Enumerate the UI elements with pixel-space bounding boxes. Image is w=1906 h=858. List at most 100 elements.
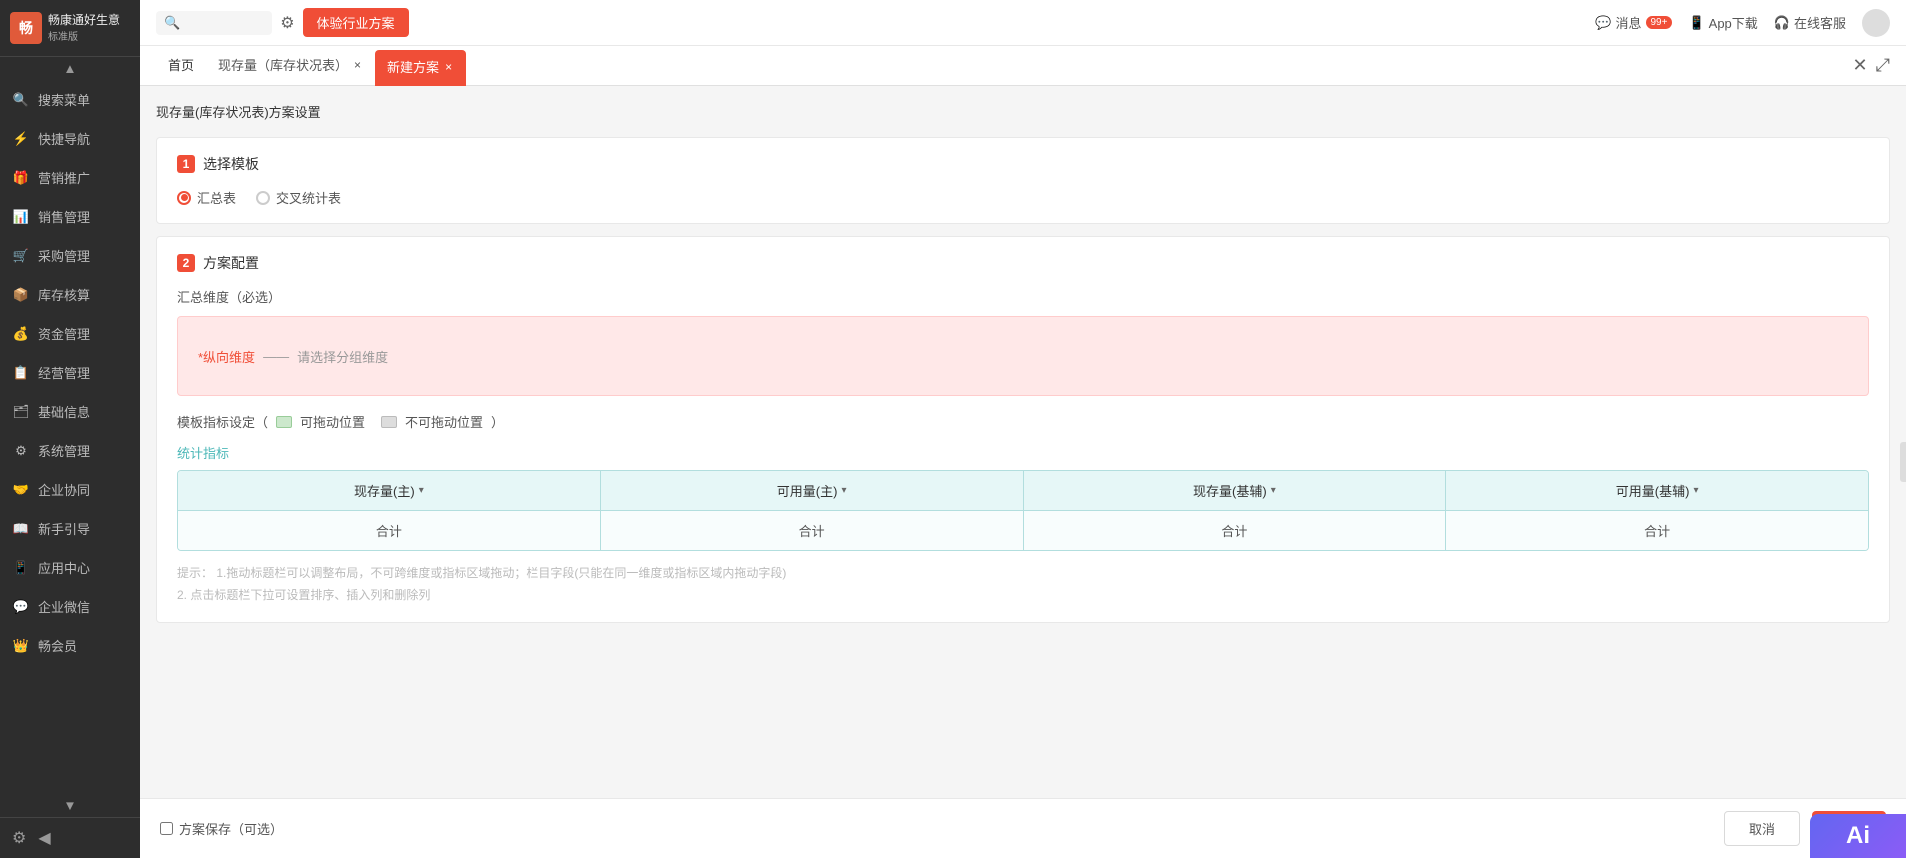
sidebar-item-basic-info[interactable]: 🗂 基础信息 <box>0 392 140 431</box>
save-checkbox-label[interactable]: 方案保存（可选） <box>160 819 283 838</box>
trial-button[interactable]: 体验行业方案 <box>303 8 409 37</box>
enterprise-wechat-icon: 💬 <box>12 598 30 616</box>
sidebar-scroll-up[interactable]: ▲ <box>0 57 140 80</box>
dimension-arrow: —— <box>263 349 289 364</box>
app-download-button[interactable]: 📱 App下载 <box>1688 13 1757 32</box>
template-summary-option[interactable]: 汇总表 <box>177 188 236 207</box>
sidebar-bottom: ⚙ ◀ <box>0 817 140 858</box>
section2-card: 2 方案配置 汇总维度（必选） *纵向维度 —— 请选择分组维度 模板指标设定（… <box>156 236 1890 623</box>
user-avatar[interactable] <box>1862 9 1890 37</box>
metrics-header-text-2: 可用量(主) <box>777 481 838 500</box>
section2-title: 方案配置 <box>203 253 259 273</box>
sidebar-scroll-down[interactable]: ▼ <box>0 794 140 817</box>
app-name: 畅康通好生意 <box>48 13 120 29</box>
metrics-body-text-4: 合计 <box>1644 521 1670 540</box>
metrics-col-header-2[interactable]: 可用量(主) ▾ <box>601 471 1024 510</box>
drag-indicator <box>276 416 292 428</box>
system-icon: ⚙ <box>12 442 30 460</box>
sidebar-item-enterprise[interactable]: 🤝 企业协同 <box>0 470 140 509</box>
operations-icon: 📋 <box>12 364 30 382</box>
summary-radio[interactable] <box>177 191 191 205</box>
sidebar-item-label: 系统管理 <box>38 441 90 460</box>
tabs-bar: 首页 现存量（库存状况表） × 新建方案 × ✕ ⤢ <box>140 46 1906 86</box>
sidebar-item-label: 库存核算 <box>38 285 90 304</box>
quick-nav-icon: ⚡ <box>12 130 30 148</box>
panel-expand-button[interactable]: ⤢ <box>1876 55 1890 76</box>
sidebar-item-quick-nav[interactable]: ⚡ 快捷导航 <box>0 119 140 158</box>
save-checkbox-input[interactable] <box>160 822 173 835</box>
search-input[interactable] <box>184 16 264 30</box>
metrics-header-text-1: 现存量(主) <box>354 481 415 500</box>
topbar: 🔍 ⚙ 体验行业方案 💬 消息 99+ 📱 App下载 🎧 在线客服 <box>140 0 1906 46</box>
sidebar-item-purchase[interactable]: 🛒 采购管理 <box>0 236 140 275</box>
message-button[interactable]: 💬 消息 99+ <box>1595 13 1672 32</box>
settings-button[interactable]: ⚙ <box>12 828 26 848</box>
sidebar-item-member[interactable]: 👑 畅会员 <box>0 626 140 665</box>
no-drag-label: 不可拖动位置 <box>405 412 483 431</box>
chevron-down-icon-3[interactable]: ▾ <box>1271 485 1276 496</box>
metrics-config-text: 模板指标设定（ <box>177 412 268 431</box>
sidebar-item-sales[interactable]: 📊 销售管理 <box>0 197 140 236</box>
sidebar-item-inventory[interactable]: 📦 库存核算 <box>0 275 140 314</box>
template-cross-option[interactable]: 交叉统计表 <box>256 188 341 207</box>
metrics-body-text-1: 合计 <box>376 521 402 540</box>
metrics-header-text-3: 现存量(基辅) <box>1193 481 1267 500</box>
metrics-col-header-4[interactable]: 可用量(基辅) ▾ <box>1446 471 1868 510</box>
topbar-search-area[interactable]: 🔍 <box>156 11 272 35</box>
sidebar-item-app-center[interactable]: 📱 应用中心 <box>0 548 140 587</box>
dimension-placeholder: *纵向维度 —— 请选择分组维度 <box>198 347 388 366</box>
metrics-table-body: 合计 合计 合计 合计 <box>178 511 1868 550</box>
online-service-button[interactable]: 🎧 在线客服 <box>1774 13 1846 32</box>
tab-new-scheme[interactable]: 新建方案 × <box>375 50 466 86</box>
template-options: 汇总表 交叉统计表 <box>177 188 1869 207</box>
section1-header: 1 选择模板 <box>177 154 1869 174</box>
summary-label: 汇总表 <box>197 188 236 207</box>
drag-label: 可拖动位置 <box>300 412 365 431</box>
sidebar-item-operations[interactable]: 📋 经营管理 <box>0 353 140 392</box>
tab-home[interactable]: 首页 <box>156 46 206 86</box>
dimension-required-mark: *纵向维度 <box>198 347 255 366</box>
tips-area: 提示： 1.拖动标题栏可以调整布局，不可跨维度或指标区域拖动；栏目字段(只能在同… <box>177 563 1869 606</box>
sidebar-nav: 🔍 搜索菜单 ⚡ 快捷导航 🎁 营销推广 📊 销售管理 🛒 采购管理 📦 库存核… <box>0 80 140 794</box>
sidebar-item-search-menu[interactable]: 🔍 搜索菜单 <box>0 80 140 119</box>
sidebar-item-marketing[interactable]: 🎁 营销推广 <box>0 158 140 197</box>
basic-info-icon: 🗂 <box>12 403 30 421</box>
metrics-header-text-4: 可用量(基辅) <box>1616 481 1690 500</box>
search-menu-icon: 🔍 <box>12 91 30 109</box>
sidebar-item-label: 经营管理 <box>38 363 90 382</box>
metrics-col-header-3[interactable]: 现存量(基辅) ▾ <box>1024 471 1447 510</box>
page-title: 现存量(库存状况表)方案设置 <box>156 102 1890 121</box>
sidebar-item-label: 销售管理 <box>38 207 90 226</box>
sidebar-item-finance[interactable]: 💰 资金管理 <box>0 314 140 353</box>
chevron-down-icon-2[interactable]: ▾ <box>841 485 846 496</box>
ai-label: Ai <box>1846 822 1870 850</box>
right-expand-handle[interactable] <box>1900 442 1906 482</box>
chevron-down-icon-1[interactable]: ▾ <box>419 485 424 496</box>
metrics-config-end: ） <box>491 412 504 431</box>
metrics-col-header-1[interactable]: 现存量(主) ▾ <box>178 471 601 510</box>
service-icon: 🎧 <box>1774 15 1790 31</box>
chevron-down-icon-4[interactable]: ▾ <box>1693 485 1698 496</box>
section1-title: 选择模板 <box>203 154 259 174</box>
tip-1: 提示： 1.拖动标题栏可以调整布局，不可跨维度或指标区域拖动；栏目字段(只能在同… <box>177 563 1869 585</box>
cross-label: 交叉统计表 <box>276 188 341 207</box>
sidebar-item-system[interactable]: ⚙ 系统管理 <box>0 431 140 470</box>
tab-inventory-close[interactable]: × <box>352 58 363 72</box>
sidebar-item-new-guide[interactable]: 📖 新手引导 <box>0 509 140 548</box>
gear-button[interactable]: ⚙ <box>280 13 294 33</box>
ai-badge[interactable]: Ai <box>1810 814 1906 858</box>
sidebar-item-label: 资金管理 <box>38 324 90 343</box>
sidebar-item-label: 快捷导航 <box>38 129 90 148</box>
collapse-button[interactable]: ◀ <box>38 828 50 848</box>
tab-home-label: 首页 <box>168 55 194 74</box>
dimension-area[interactable]: *纵向维度 —— 请选择分组维度 <box>177 316 1869 396</box>
tab-new-scheme-close[interactable]: × <box>443 60 454 74</box>
cancel-button[interactable]: 取消 <box>1724 811 1800 846</box>
cross-radio[interactable] <box>256 191 270 205</box>
main-area: 🔍 ⚙ 体验行业方案 💬 消息 99+ 📱 App下载 🎧 在线客服 首页 <box>140 0 1906 858</box>
metrics-table: 现存量(主) ▾ 可用量(主) ▾ 现存量(基辅) ▾ 可用量(基辅) ▾ <box>177 470 1869 551</box>
panel-close-button[interactable]: ✕ <box>1853 55 1868 76</box>
tip-2: 2. 点击标题栏下拉可设置排序、插入列和删除列 <box>177 585 1869 607</box>
tab-inventory[interactable]: 现存量（库存状况表） × <box>206 46 375 86</box>
sidebar-item-enterprise-wechat[interactable]: 💬 企业微信 <box>0 587 140 626</box>
